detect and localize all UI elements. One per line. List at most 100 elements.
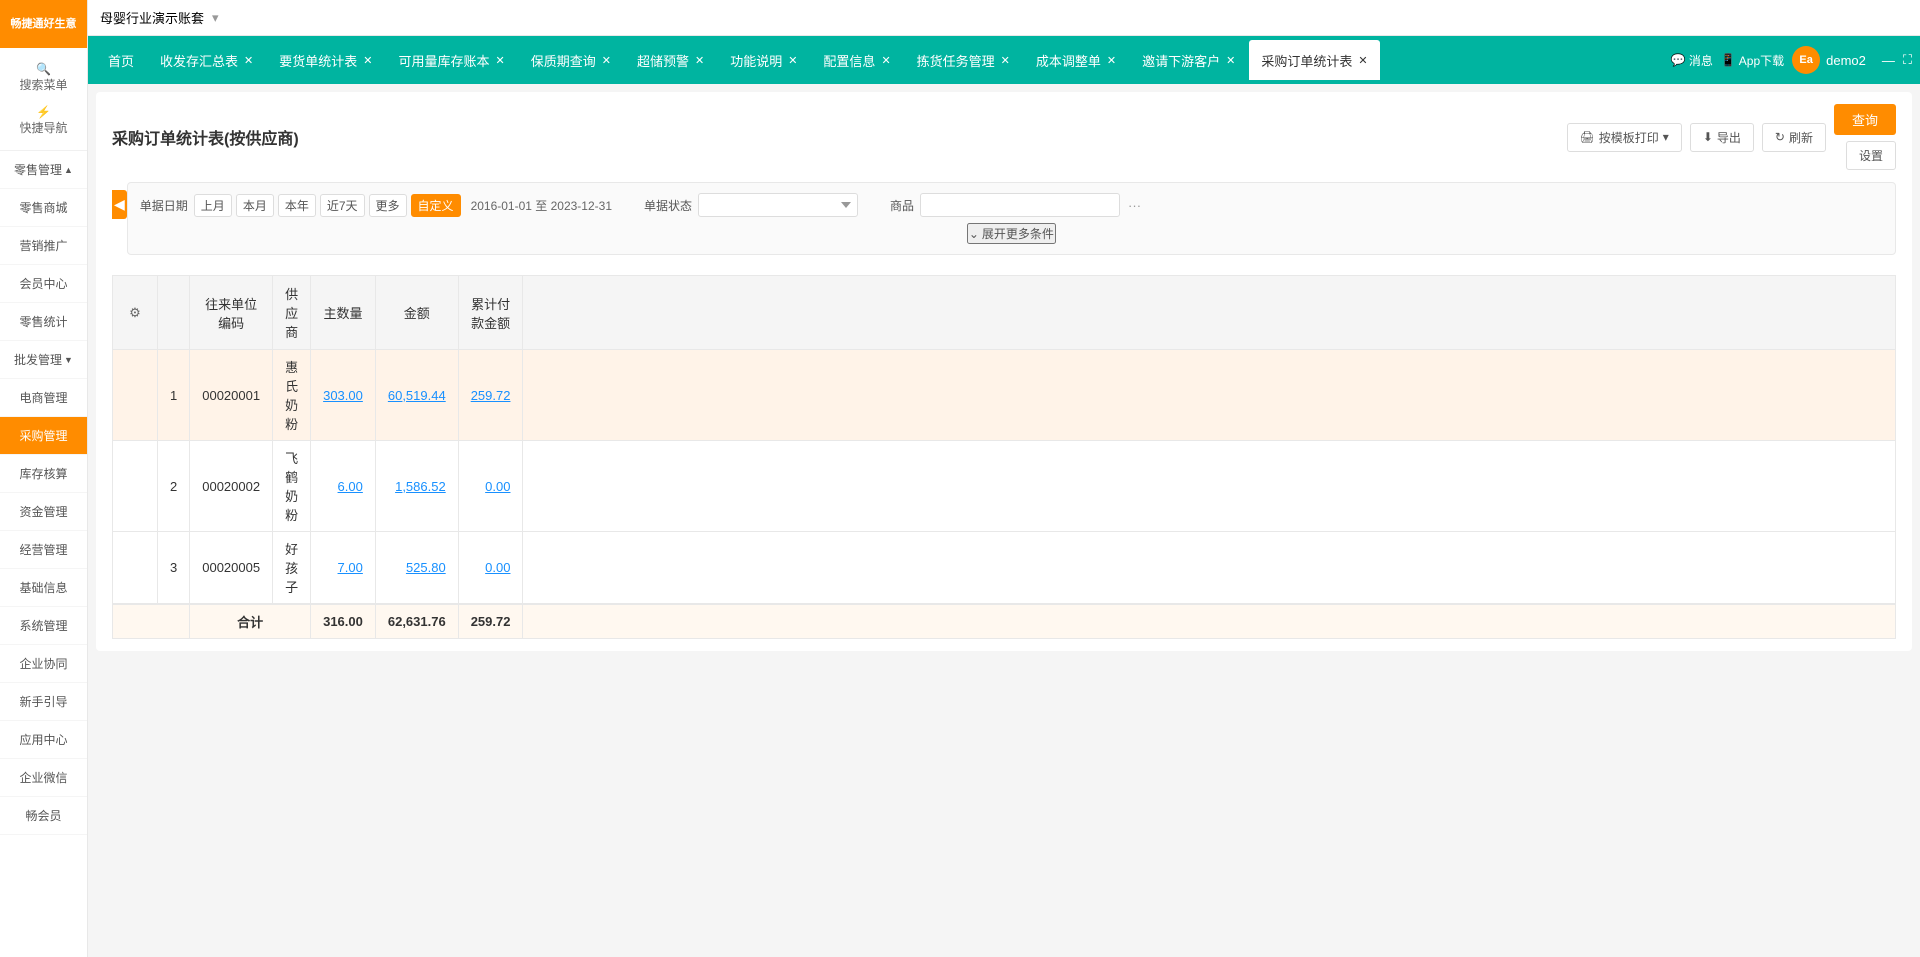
- sidebar-item-jichu[interactable]: 基础信息: [0, 569, 87, 607]
- refresh-button[interactable]: ↻ 刷新: [1762, 123, 1826, 152]
- tab-close-icon[interactable]: ✕: [363, 54, 372, 67]
- tab-close-icon[interactable]: ✕: [1226, 54, 1235, 67]
- sidebar-item-xinshou[interactable]: 新手引导: [0, 683, 87, 721]
- tab-chaochuyujing[interactable]: 超储预警 ✕: [625, 40, 716, 80]
- settings-label: 设置: [1859, 149, 1883, 163]
- filter-toggle-button[interactable]: ◀: [112, 190, 127, 219]
- tab-baoshanqi[interactable]: 保质期查询 ✕: [519, 40, 623, 80]
- sidebar-item-label: 系统管理: [19, 617, 67, 634]
- sidebar-item-yingxiao[interactable]: 营销推广: [0, 227, 87, 265]
- app-logo-text: 畅捷通好生意: [11, 17, 77, 31]
- maximize-icon[interactable]: ⛶: [1903, 52, 1912, 68]
- row-settings: [113, 441, 158, 532]
- date-btn-last-month[interactable]: 上月: [194, 194, 232, 217]
- date-filter-group: 单据日期 上月 本月 本年 近7天 更多 自定义 2016-01-01 至 20…: [140, 194, 612, 217]
- settings-button[interactable]: 设置: [1846, 141, 1896, 170]
- sidebar-search-label: 搜索菜单: [19, 76, 67, 93]
- tab-close-icon[interactable]: ✕: [1358, 54, 1367, 67]
- tab-label: 邀请下游客户: [1142, 51, 1220, 70]
- sidebar-item-label: 零售统计: [19, 313, 67, 330]
- tab-close-icon[interactable]: ✕: [881, 54, 890, 67]
- goods-filter-label: 商品: [890, 197, 914, 214]
- row-supplier-name: 飞鹤奶粉: [273, 441, 311, 532]
- row-supplier-name: 惠氏奶粉: [273, 350, 311, 441]
- sidebar-item-lingshao-tongji[interactable]: 零售统计: [0, 303, 87, 341]
- sidebar-item-label: 企业协同: [19, 655, 67, 672]
- tab-chengbentiazheng[interactable]: 成本调整单 ✕: [1024, 40, 1128, 80]
- row-amount: 525.80: [375, 532, 458, 605]
- sidebar-item-kucun[interactable]: 库存核算: [0, 455, 87, 493]
- status-filter-select[interactable]: [698, 193, 858, 217]
- minimize-icon[interactable]: —: [1882, 53, 1895, 68]
- tab-yaoqingxiayouke[interactable]: 邀请下游客户 ✕: [1130, 40, 1247, 80]
- sidebar-item-lingshougaunli[interactable]: 零售管理 ▲: [0, 151, 87, 189]
- tab-peihuorenwu[interactable]: 拣货任务管理 ✕: [905, 40, 1022, 80]
- sidebar-item-xitong[interactable]: 系统管理: [0, 607, 87, 645]
- page-title: 采购订单统计表(按供应商): [112, 125, 299, 149]
- table-row[interactable]: 3 00020005 好孩子 7.00 525.80 0.00: [113, 532, 1896, 605]
- tab-close-icon[interactable]: ✕: [788, 54, 797, 67]
- column-settings-icon[interactable]: ⚙: [125, 303, 145, 323]
- sidebar-search-btn[interactable]: 🔍 搜索菜单: [6, 56, 81, 99]
- row-paid-amount: 0.00: [458, 532, 523, 605]
- app-download-btn[interactable]: 📱 App下载: [1721, 52, 1784, 69]
- tab-home[interactable]: 首页: [96, 40, 146, 80]
- tab-shoufahuizong[interactable]: 收发存汇总表 ✕: [148, 40, 265, 80]
- date-btn-this-year[interactable]: 本年: [278, 194, 316, 217]
- print-button[interactable]: 🖨 按模板打印 ▾: [1567, 123, 1682, 152]
- sidebar-item-qiye[interactable]: 企业协同: [0, 645, 87, 683]
- page-inner: 采购订单统计表(按供应商) 🖨 按模板打印 ▾ ⬇ 导出 ↻ 刷新: [96, 92, 1912, 651]
- sidebar-item-yingyong[interactable]: 应用中心: [0, 721, 87, 759]
- date-btn-this-month[interactable]: 本月: [236, 194, 274, 217]
- tab-close-icon[interactable]: ✕: [695, 54, 704, 67]
- footer-amount: 62,631.76: [375, 604, 458, 639]
- date-btn-more[interactable]: 更多: [369, 194, 407, 217]
- filter-row: 单据日期 上月 本月 本年 近7天 更多 自定义 2016-01-01 至 20…: [140, 193, 1883, 217]
- expand-more-btn[interactable]: ⌄ 展开更多条件: [967, 223, 1056, 244]
- sidebar-item-label: 零售商城: [19, 199, 67, 216]
- goods-more-icon[interactable]: ···: [1128, 198, 1141, 213]
- sidebar-item-chang-huiyuan[interactable]: 畅会员: [0, 797, 87, 835]
- tab-close-icon[interactable]: ✕: [1001, 54, 1010, 67]
- date-btn-custom[interactable]: 自定义: [411, 194, 461, 217]
- sidebar: 畅捷通好生意 🔍 搜索菜单 ⚡ 快捷导航 零售管理 ▲ 零售商城 营销推广 会员…: [0, 0, 88, 957]
- sidebar-item-lingshao-shangcheng[interactable]: 零售商城: [0, 189, 87, 227]
- table-row[interactable]: 1 00020001 惠氏奶粉 303.00 60,519.44 259.72: [113, 350, 1896, 441]
- query-button[interactable]: 查询: [1834, 104, 1896, 135]
- tab-caigoutonjji[interactable]: 采购订单统计表 ✕: [1249, 40, 1379, 80]
- tab-close-icon[interactable]: ✕: [1107, 54, 1116, 67]
- sidebar-item-jingying[interactable]: 经营管理: [0, 531, 87, 569]
- date-filter-label: 单据日期: [140, 197, 188, 214]
- tab-gongneng[interactable]: 功能说明 ✕: [718, 40, 809, 80]
- goods-filter-input[interactable]: [920, 193, 1120, 217]
- table-row[interactable]: 2 00020002 飞鹤奶粉 6.00 1,586.52 0.00: [113, 441, 1896, 532]
- sidebar-item-label: 批发管理: [14, 351, 62, 368]
- row-amount: 60,519.44: [375, 350, 458, 441]
- sidebar-shortcut-btn[interactable]: ⚡ 快捷导航: [6, 99, 81, 142]
- user-area[interactable]: Ea demo2: [1792, 46, 1866, 74]
- sidebar-item-huiyuan[interactable]: 会员中心: [0, 265, 87, 303]
- tab-close-icon[interactable]: ✕: [244, 54, 253, 67]
- row-supplier-code: 00020005: [190, 532, 273, 605]
- sidebar-item-caigou[interactable]: 采购管理: [0, 417, 87, 455]
- sidebar-item-zijin[interactable]: 资金管理: [0, 493, 87, 531]
- tab-keyongliang[interactable]: 可用量库存账本 ✕: [386, 40, 516, 80]
- col-settings: ⚙: [113, 276, 158, 350]
- tab-close-icon[interactable]: ✕: [602, 54, 611, 67]
- sidebar-item-label: 电商管理: [19, 389, 67, 406]
- sidebar-item-label: 新手引导: [19, 693, 67, 710]
- message-btn[interactable]: 💬 消息: [1671, 52, 1713, 69]
- col-index: [158, 276, 190, 350]
- tab-peizhi[interactable]: 配置信息 ✕: [811, 40, 902, 80]
- date-btn-7days[interactable]: 近7天: [320, 194, 365, 217]
- tab-yaohuo[interactable]: 要货单统计表 ✕: [267, 40, 384, 80]
- avatar: Ea: [1792, 46, 1820, 74]
- sidebar-item-label: 经营管理: [19, 541, 67, 558]
- tab-close-icon[interactable]: ✕: [496, 54, 505, 67]
- sidebar-item-qiye-weixin[interactable]: 企业微信: [0, 759, 87, 797]
- app-logo: 畅捷通好生意: [0, 0, 87, 48]
- sidebar-item-pifa[interactable]: 批发管理 ▼: [0, 341, 87, 379]
- export-button[interactable]: ⬇ 导出: [1690, 123, 1754, 152]
- sidebar-item-dianshang[interactable]: 电商管理: [0, 379, 87, 417]
- row-extra: [523, 532, 1896, 605]
